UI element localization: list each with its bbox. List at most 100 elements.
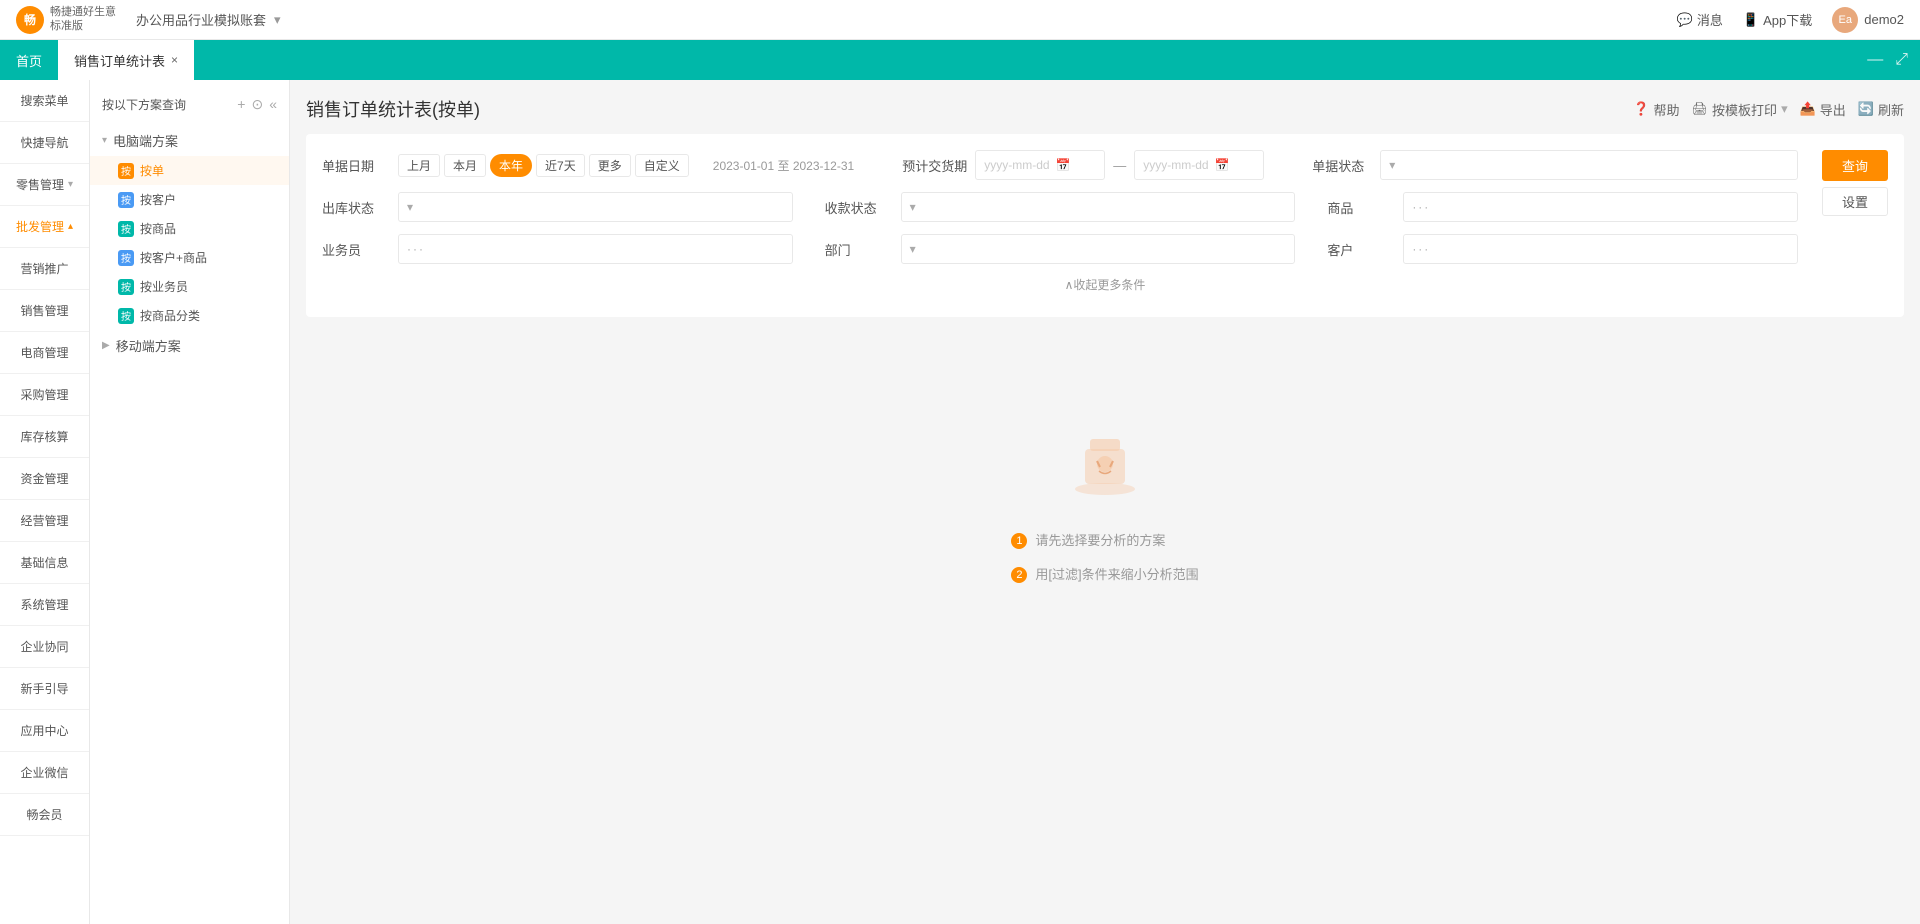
date-btn-thismonth[interactable]: 本月 [444,154,486,177]
sidebar-item-system[interactable]: 系统管理 [0,584,89,626]
empty-icon [1055,409,1155,509]
scheme-icon-sales: 按 [118,279,134,295]
date-label: 单据日期 [322,156,382,175]
sidebar-item-search[interactable]: 搜索菜单 [0,80,89,122]
scheme-icon-order: 按 [118,163,134,179]
date-btn-thisyear[interactable]: 本年 [490,154,532,177]
left-panel-actions: + ⊙ « [237,96,277,113]
tree-parent-desktop[interactable]: ▾ 电脑端方案 [90,125,289,156]
product-select[interactable] [1403,192,1798,222]
help-button[interactable]: ❓ 帮助 [1633,100,1679,119]
empty-hint-1: 1 请先选择要分析的方案 [1011,528,1198,554]
tree-child-bycustomerproduct[interactable]: 按 按客户+商品 [90,243,289,272]
date-btn-last7days[interactable]: 近7天 [536,154,585,177]
top-bar: 畅 畅捷通好生意 标准版 办公用品行业模拟账套 ▾ 💬 消息 📱 App下载 E… [0,0,1920,40]
sidebar-item-wholesale[interactable]: 批发管理 ▴ [0,206,89,248]
page-header: 销售订单统计表(按单) ❓ 帮助 🖨 按模板打印 ▾ 📤 导出 🔄 刷新 [306,96,1904,122]
logo-icon: 畅 [16,6,44,34]
filter-row-status: 出库状态 收款状态 商品 [322,192,1798,222]
print-button[interactable]: 🖨 按模板打印 ▾ [1692,100,1788,119]
sidebar-item-operation[interactable]: 经营管理 [0,500,89,542]
scheme-icon-customer: 按 [118,192,134,208]
collapse-icon: ∧ [1065,278,1074,292]
tree-child-byproduct[interactable]: 按 按商品 [90,214,289,243]
ship-status-label: 出库状态 [322,198,382,217]
chevron-right-icon: ▶ [102,340,110,351]
user-avatar-area[interactable]: Ea demo2 [1832,7,1904,33]
sidebar: 搜索菜单 快捷导航 零售管理 ▾ 批发管理 ▴ 营销推广 销售管理 电商管理 采… [0,80,90,924]
product-label: 商品 [1327,198,1387,217]
sidebar-item-appstore[interactable]: 应用中心 [0,710,89,752]
empty-illustration [1055,409,1155,512]
collapse-panel-icon[interactable]: « [269,96,277,113]
customer-select[interactable] [1403,234,1798,264]
top-bar-left: 畅 畅捷通好生意 标准版 办公用品行业模拟账套 ▾ [16,6,281,34]
department-label: 部门 [825,240,885,259]
tab-bar-actions: — ⤢ [1855,40,1920,80]
sidebar-item-purchase[interactable]: 采购管理 [0,374,89,416]
tree-child-bycategory[interactable]: 按 按商品分类 [90,301,289,330]
minimize-window-icon[interactable]: — [1867,51,1883,69]
date-range-text: 2023-01-01 至 2023-12-31 [713,157,854,174]
refresh-button[interactable]: 🔄 刷新 [1858,100,1904,119]
filter-main-area: 单据日期 上月 本月 本年 近7天 更多 自定义 2023-01-01 至 20… [322,150,1798,264]
chevron-down-icon: ▾ [68,179,73,190]
help-icon: ❓ [1633,101,1649,117]
receive-status-select[interactable] [901,192,1296,222]
sidebar-item-newuser[interactable]: 新手引导 [0,668,89,710]
sidebar-item-enterprise[interactable]: 企业协同 [0,626,89,668]
salesperson-select[interactable] [398,234,793,264]
active-tab[interactable]: 销售订单统计表 × [58,40,194,80]
add-scheme-button[interactable]: + [237,96,245,113]
sidebar-item-ecommerce[interactable]: 电商管理 [0,332,89,374]
empty-hints: 1 请先选择要分析的方案 2 用[过滤]条件来缩小分析范围 [1011,528,1198,588]
date-btn-more[interactable]: 更多 [589,154,631,177]
sidebar-item-sales[interactable]: 销售管理 [0,290,89,332]
logo-text: 畅捷通好生意 标准版 [50,6,116,32]
doc-status-select[interactable] [1380,150,1798,180]
fullscreen-window-icon[interactable]: ⤢ [1895,51,1908,69]
ship-status-select[interactable] [398,192,793,222]
close-tab-button[interactable]: × [171,53,178,67]
top-bar-right: 💬 消息 📱 App下载 Ea demo2 [1677,7,1904,33]
receive-status-label: 收款状态 [825,198,885,217]
top-bar-dropdown-icon[interactable]: ▾ [274,12,281,28]
tree-child-bysales[interactable]: 按 按业务员 [90,272,289,301]
doc-status-group: 单据状态 [1312,150,1798,180]
sidebar-item-marketing[interactable]: 营销推广 [0,248,89,290]
message-button[interactable]: 💬 消息 [1677,10,1723,29]
expected-date-end[interactable]: yyyy-mm-dd 📅 [1134,150,1264,180]
scheme-icon-custprod: 按 [118,250,134,266]
export-button[interactable]: 📤 导出 [1800,100,1846,119]
scheme-settings-icon[interactable]: ⊙ [251,96,263,113]
download-icon: 📱 [1743,12,1759,28]
tree-child-byorder[interactable]: 按 按单 [90,156,289,185]
sidebar-item-finance[interactable]: 资金管理 [0,458,89,500]
query-button[interactable]: 查询 [1822,150,1888,181]
date-btn-lastmonth[interactable]: 上月 [398,154,440,177]
export-icon: 📤 [1800,101,1816,117]
expected-date-group: 预计交货期 yyyy-mm-dd 📅 — yyyy-mm-dd 📅 [902,150,1264,180]
tree-parent-mobile[interactable]: ▶ 移动端方案 [90,330,289,361]
page-title: 销售订单统计表(按单) [306,96,480,122]
sidebar-item-retail[interactable]: 零售管理 ▾ [0,164,89,206]
date-buttons: 上月 本月 本年 近7天 更多 自定义 [398,154,689,177]
settings-button[interactable]: 设置 [1822,187,1888,216]
filter-row-person: 业务员 部门 客户 [322,234,1798,264]
tree-child-bycustomer[interactable]: 按 按客户 [90,185,289,214]
left-panel-header: 按以下方案查询 + ⊙ « [90,88,289,121]
date-btn-custom[interactable]: 自定义 [635,154,689,177]
sidebar-item-quicknav[interactable]: 快捷导航 [0,122,89,164]
sidebar-item-wechat[interactable]: 企业微信 [0,752,89,794]
expected-date-start[interactable]: yyyy-mm-dd 📅 [975,150,1105,180]
sidebar-item-inventory[interactable]: 库存核算 [0,416,89,458]
scheme-icon-category: 按 [118,308,134,324]
calendar-icon: 📅 [1056,158,1071,172]
collapse-bar[interactable]: ∧ 收起更多条件 [322,268,1888,301]
app-download-button[interactable]: 📱 App下载 [1743,10,1812,29]
sidebar-item-basic[interactable]: 基础信息 [0,542,89,584]
home-tab[interactable]: 首页 [0,40,58,80]
sidebar-item-member[interactable]: 畅会员 [0,794,89,836]
calendar-icon2: 📅 [1215,158,1230,172]
department-select[interactable] [901,234,1296,264]
